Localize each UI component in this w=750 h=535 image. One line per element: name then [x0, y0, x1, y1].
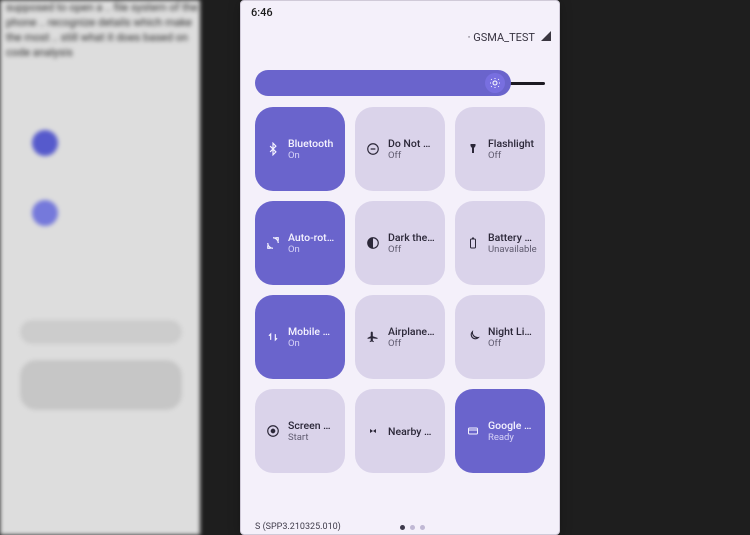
moon-icon	[465, 329, 481, 345]
dnd-icon	[365, 141, 381, 157]
nearby-icon	[365, 423, 381, 439]
tile-status: On	[288, 338, 335, 349]
blurred-article-text: supposed to open a .. file system of the…	[6, 0, 200, 60]
dark-icon	[365, 235, 381, 251]
bluetooth-icon	[265, 141, 281, 157]
tile-label: Battery Sav..	[488, 231, 535, 244]
tile-status: Off	[488, 150, 534, 161]
tile-flashlight[interactable]: FlashlightOff	[455, 107, 545, 191]
tile-label: Mobile data	[288, 325, 335, 338]
tile-dnd[interactable]: Do Not Distu..Off	[355, 107, 445, 191]
tile-status: On	[288, 150, 333, 161]
tile-darktheme[interactable]: Dark themeOff	[355, 201, 445, 285]
tile-bluetooth[interactable]: BluetoothOn	[255, 107, 345, 191]
tile-battery[interactable]: Battery Sav..Unavailable	[455, 201, 545, 285]
tile-label: Flashlight	[488, 137, 534, 150]
tile-gpay[interactable]: Google PayReady	[455, 389, 545, 473]
tile-status: Off	[388, 338, 435, 349]
tile-airplane[interactable]: Airplane mo..Off	[355, 295, 445, 379]
battery-icon	[465, 235, 481, 251]
brightness-icon	[485, 73, 505, 93]
tile-label: Do Not Distu..	[388, 137, 435, 150]
tile-label: Bluetooth	[288, 137, 333, 150]
record-icon	[265, 423, 281, 439]
tile-label: Airplane mo..	[388, 325, 435, 338]
clock: 6:46	[251, 6, 273, 19]
build-label: S (SPP3.210325.010)	[255, 522, 341, 532]
tile-autorotate[interactable]: Auto-rotateOn	[255, 201, 345, 285]
quick-settings-panel: 6:46 · GSMA_TEST BluetoothOnDo Not Distu…	[240, 0, 560, 535]
tile-status: On	[288, 244, 335, 255]
plane-icon	[365, 329, 381, 345]
flashlight-icon	[465, 141, 481, 157]
network-label: · GSMA_TEST	[468, 31, 535, 44]
page-indicator[interactable]	[400, 525, 425, 530]
tile-status: Off	[388, 244, 435, 255]
tile-label: Night Light	[488, 325, 535, 338]
status-bar: 6:46	[241, 1, 559, 23]
tile-status: Off	[388, 150, 435, 161]
rotate-icon	[265, 235, 281, 251]
tile-nearby[interactable]: Nearby Shar..	[355, 389, 445, 473]
tile-status: Ready	[488, 432, 535, 443]
tile-status: Start	[288, 432, 335, 443]
card-icon	[465, 423, 481, 439]
edit-icon[interactable]	[541, 31, 551, 44]
tile-label: Google Pay	[488, 419, 535, 432]
tile-label: Nearby Shar..	[388, 425, 435, 438]
tile-label: Dark theme	[388, 231, 435, 244]
tile-mobiledata[interactable]: Mobile dataOn	[255, 295, 345, 379]
brightness-slider[interactable]	[255, 69, 545, 97]
tile-label: Auto-rotate	[288, 231, 335, 244]
tile-label: Screen Rec..	[288, 419, 335, 432]
tile-nightlight[interactable]: Night LightOff	[455, 295, 545, 379]
tile-status: Off	[488, 338, 535, 349]
tile-screenrecord[interactable]: Screen Rec..Start	[255, 389, 345, 473]
data-icon	[265, 329, 281, 345]
tile-status: Unavailable	[488, 244, 535, 255]
